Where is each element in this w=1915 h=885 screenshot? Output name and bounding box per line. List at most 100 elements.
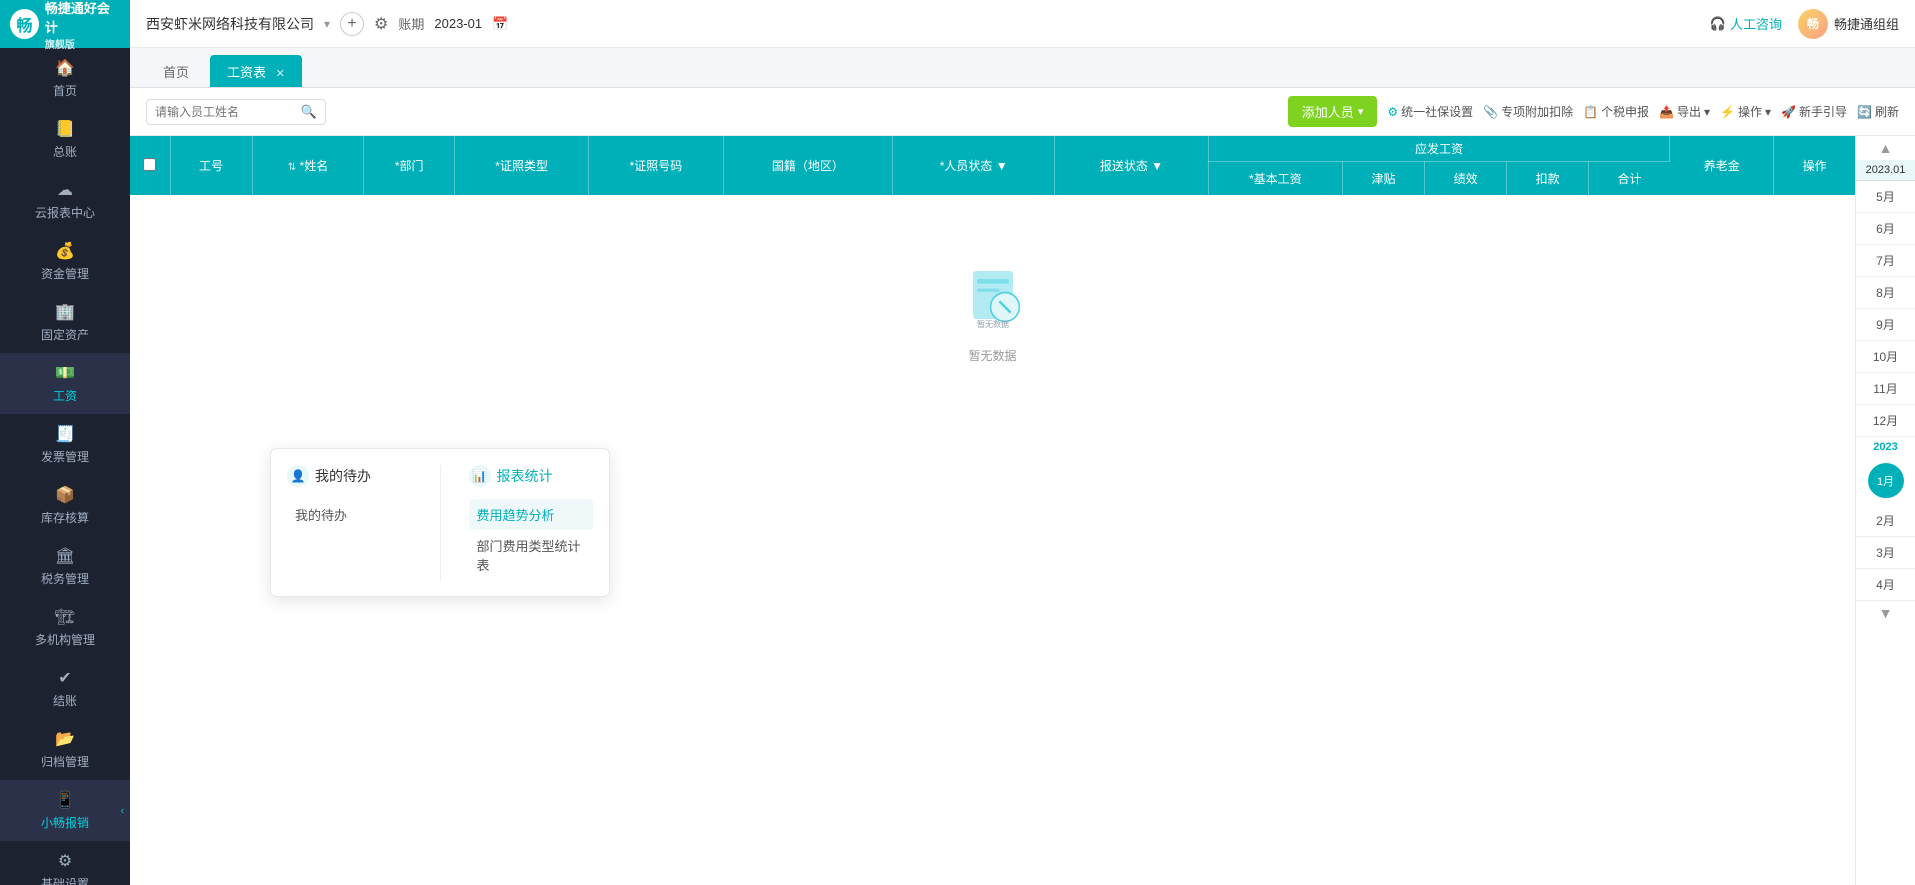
company-dropdown-icon[interactable]: ▾: [324, 17, 330, 31]
th-pension: 养老金: [1670, 136, 1774, 195]
sidebar-item-settings[interactable]: ⚙ 基础设置: [0, 841, 130, 885]
sidebar-label-expense: 小畅报销: [41, 814, 89, 831]
th-allowance: 津贴: [1343, 162, 1425, 196]
sidebar-label-ledger: 总账: [53, 143, 77, 160]
operation-icon: ⚡: [1720, 105, 1735, 119]
guide-button[interactable]: 🚀 新手引导: [1781, 103, 1847, 120]
topbar: 西安虾米网络科技有限公司 ▾ + ⚙ 账期 2023-01 📅 🎧 人工咨询 畅…: [130, 0, 1915, 48]
company-settings-icon[interactable]: ⚙: [374, 14, 388, 34]
send-filter-icon[interactable]: ▼: [1151, 159, 1163, 173]
date-item-11[interactable]: 11月: [1856, 373, 1915, 405]
date-item-12[interactable]: 12月: [1856, 405, 1915, 437]
th-idtype: *证照类型: [455, 136, 589, 195]
period-label: 账期: [398, 14, 424, 33]
th-empno: 工号: [170, 136, 252, 195]
sidebar-item-invoice[interactable]: 🧾 发票管理: [0, 414, 130, 475]
popup-item-dept-stats[interactable]: 部门费用类型统计表: [469, 530, 594, 580]
sidebar-item-expense[interactable]: 📱 小畅报销 ‹: [0, 780, 130, 841]
date-item-5[interactable]: 5月: [1856, 181, 1915, 213]
sidebar-label-settings: 基础设置: [41, 875, 89, 885]
date-item-1-current[interactable]: 1月: [1868, 463, 1904, 499]
special-deduction-icon: 📎: [1483, 105, 1498, 119]
popup-item-my-todo[interactable]: 我的待办: [287, 499, 412, 530]
topbar-right: 🎧 人工咨询 畅 畅捷通组组: [1710, 9, 1899, 39]
sidebar-item-inventory[interactable]: 📦 库存核算: [0, 475, 130, 536]
th-status: *人员状态 ▼: [893, 136, 1055, 195]
refresh-button[interactable]: 🔄 刷新: [1857, 103, 1899, 120]
company-name: 西安虾米网络科技有限公司: [146, 14, 314, 34]
report-icon: 📊: [469, 465, 491, 487]
sidebar-item-archive[interactable]: 📂 归档管理: [0, 719, 130, 780]
operation-dropdown-icon: ▾: [1765, 105, 1771, 119]
th-name: ⇅ *姓名: [252, 136, 364, 195]
th-deduction: 扣款: [1507, 162, 1589, 196]
date-item-7[interactable]: 7月: [1856, 245, 1915, 277]
sidebar-item-tax[interactable]: 🏛 税务管理: [0, 536, 130, 597]
operation-button[interactable]: ⚡ 操作 ▾: [1720, 103, 1771, 120]
date-item-10[interactable]: 10月: [1856, 341, 1915, 373]
search-box[interactable]: 🔍: [146, 99, 326, 125]
date-down-arrow[interactable]: ▼: [1856, 601, 1915, 625]
sidebar-item-multi-org[interactable]: 🏗 多机构管理: [0, 597, 130, 658]
search-icon: 🔍: [301, 104, 317, 120]
sidebar-label-fixed: 固定资产: [41, 326, 89, 343]
sidebar-item-fund[interactable]: 💰 资金管理: [0, 231, 130, 292]
home-icon: 🏠: [55, 58, 75, 78]
headset-icon: 🎧: [1710, 16, 1726, 32]
date-item-6[interactable]: 6月: [1856, 213, 1915, 245]
date-up-arrow[interactable]: ▲: [1856, 136, 1915, 160]
add-company-button[interactable]: +: [340, 12, 364, 36]
user-menu[interactable]: 畅 畅捷通组组: [1798, 9, 1899, 39]
empty-text: 暂无数据: [968, 347, 1016, 364]
invoice-icon: 🧾: [55, 424, 75, 444]
date-item-8[interactable]: 8月: [1856, 277, 1915, 309]
sidebar-item-checkout[interactable]: ✔ 结账: [0, 658, 130, 719]
date-panel: ▲ 2023.01 5月 6月 7月 8月 9月 10月 11月 12月 202…: [1855, 136, 1915, 885]
sidebar-item-home[interactable]: 🏠 首页: [0, 48, 130, 109]
tax-icon: 🏛: [55, 546, 75, 566]
sidebar-label-invoice: 发票管理: [41, 448, 89, 465]
special-deduction-button[interactable]: 📎 专项附加扣除: [1483, 103, 1573, 120]
support-button[interactable]: 🎧 人工咨询: [1710, 14, 1782, 33]
popup-item-trend[interactable]: 费用趋势分析: [469, 499, 594, 530]
tab-salary[interactable]: 工资表 ✕: [210, 55, 302, 87]
tab-close-icon[interactable]: ✕: [276, 68, 285, 80]
date-item-9[interactable]: 9月: [1856, 309, 1915, 341]
app-logo: 畅 畅捷通好会计 旗舰版: [0, 0, 130, 48]
tax-report-icon: 📋: [1583, 105, 1598, 119]
select-all-header[interactable]: [130, 136, 170, 195]
popup-report-title: 报表统计: [497, 466, 553, 486]
date-item-3[interactable]: 3月: [1856, 537, 1915, 569]
select-all-checkbox[interactable]: [143, 158, 156, 171]
logo-icon: 畅: [10, 9, 39, 39]
status-filter-icon[interactable]: ▼: [996, 159, 1008, 173]
export-dropdown-icon: ▾: [1704, 105, 1710, 119]
period-calendar-icon[interactable]: 📅: [492, 16, 508, 32]
sidebar-item-ledger[interactable]: 📒 总账: [0, 109, 130, 170]
th-action: 操作: [1774, 136, 1855, 195]
sidebar-item-salary[interactable]: 💵 工资: [0, 353, 130, 414]
sidebar-item-fixed-assets[interactable]: 🏢 固定资产: [0, 292, 130, 353]
expense-icon: 📱: [55, 790, 75, 810]
date-year-2023: 2023: [1856, 437, 1915, 457]
sidebar-label-fund: 资金管理: [41, 265, 89, 282]
export-icon: 📤: [1659, 105, 1674, 119]
th-performance: 绩效: [1425, 162, 1507, 196]
social-insurance-button[interactable]: ⚙ 统一社保设置: [1387, 103, 1473, 120]
sidebar-item-cloud-report[interactable]: ☁ 云报表中心: [0, 170, 130, 231]
date-item-2[interactable]: 2月: [1856, 505, 1915, 537]
add-person-button[interactable]: 添加人员 ▾: [1288, 96, 1378, 127]
sidebar-label-multi: 多机构管理: [35, 631, 95, 648]
svg-text:暂无数据: 暂无数据: [977, 319, 1009, 329]
search-input[interactable]: [155, 105, 295, 119]
empty-state: 暂无数据 暂无数据: [130, 195, 1855, 424]
sidebar-label-cloud: 云报表中心: [35, 204, 95, 221]
th-idno: *证照号码: [589, 136, 723, 195]
popup-todo-header: 👤 我的待办: [287, 465, 412, 487]
date-item-4[interactable]: 4月: [1856, 569, 1915, 601]
tab-home[interactable]: 首页: [146, 55, 206, 87]
export-button[interactable]: 📤 导出 ▾: [1659, 103, 1710, 120]
avatar: 畅: [1798, 9, 1828, 39]
tax-report-button[interactable]: 📋 个税申报: [1583, 103, 1649, 120]
popup-col-todo: 👤 我的待办 我的待办: [287, 465, 412, 580]
